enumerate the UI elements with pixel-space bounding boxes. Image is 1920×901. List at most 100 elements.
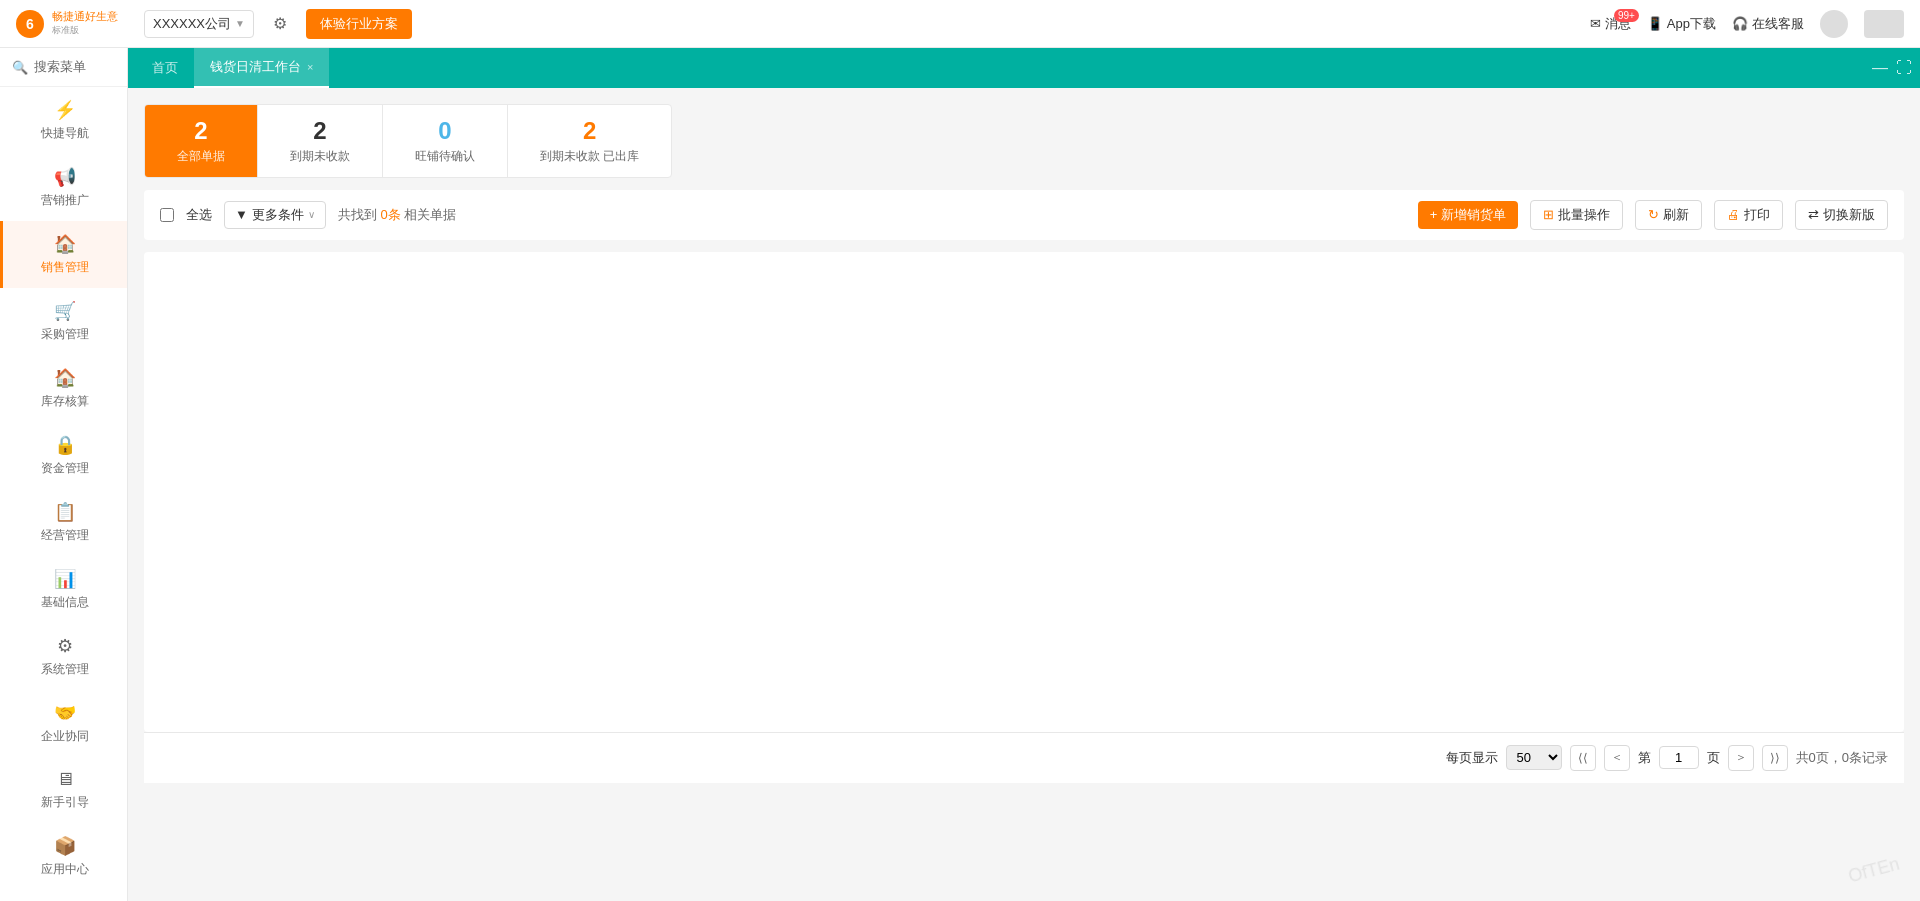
sidebar-item-label: 采购管理 [41,326,89,343]
sidebar-item-label: 库存核算 [41,393,89,410]
page-content: 2 全部单据 2 到期未收款 0 旺铺待确认 2 到期未收款 已出库 [128,88,1920,901]
app-center-icon: 📦 [54,835,76,857]
filter-icon: ▼ [235,207,248,222]
prev-page-button[interactable]: ＜ [1604,745,1630,771]
avatar[interactable] [1820,10,1848,38]
layout: 🔍 搜索菜单 ⚡ 快捷导航 📢 营销推广 🏠 销售管理 🛒 采购管理 🏠 库存核… [0,48,1920,901]
minimize-icon[interactable]: — [1872,59,1888,77]
found-text: 共找到 0条 相关单据 [338,206,456,224]
logo-badge: 标准版 [52,24,118,37]
stats-label-overdue: 到期未收款 [290,148,350,165]
stats-label-shipped: 到期未收款 已出库 [540,148,639,165]
online-service-label: 在线客服 [1752,15,1804,33]
stats-tab-shipped[interactable]: 2 到期未收款 已出库 [508,105,671,177]
sidebar-item-wechat[interactable]: 💬 企业微信 [0,890,127,901]
header-right: ✉ 消息 99+ 📱 App下载 🎧 在线客服 [1590,10,1904,38]
next-page-button[interactable]: ＞ [1728,745,1754,771]
system-icon: ⚙ [57,635,73,657]
sidebar-item-quick-nav[interactable]: ⚡ 快捷导航 [0,87,127,154]
sidebar-item-sales[interactable]: 🏠 销售管理 [0,221,127,288]
sidebar-item-marketing[interactable]: 📢 营销推广 [0,154,127,221]
stats-tabs: 2 全部单据 2 到期未收款 0 旺铺待确认 2 到期未收款 已出库 [144,104,672,178]
company-name: XXXXXX公司 [153,15,231,33]
settings-icon[interactable]: ⚙ [266,10,294,38]
sidebar-item-label: 企业协同 [41,728,89,745]
stats-tab-all[interactable]: 2 全部单据 [145,105,258,177]
user-name[interactable] [1864,10,1904,38]
cooperation-icon: 🤝 [54,702,76,724]
sidebar-item-label: 销售管理 [41,259,89,276]
sidebar-item-purchase[interactable]: 🛒 采购管理 [0,288,127,355]
maximize-icon[interactable]: ⛶ [1896,59,1912,77]
sidebar-item-basic-info[interactable]: 📊 基础信息 [0,556,127,623]
tab-workbench-label: 钱货日清工作台 [210,58,301,76]
page-number-input[interactable] [1659,746,1699,769]
switch-version-button[interactable]: ⇄ 切换新版 [1795,200,1888,230]
sidebar-item-cooperation[interactable]: 🤝 企业协同 [0,690,127,757]
logo-icon: 6 [16,10,44,38]
sidebar-item-label: 基础信息 [41,594,89,611]
filter-button[interactable]: ▼ 更多条件 ∨ [224,201,326,229]
filter-label: 更多条件 [252,206,304,224]
header: 6 畅捷通好生意 标准版 XXXXXX公司 ▼ ⚙ 体验行业方案 ✉ 消息 99… [0,0,1920,48]
stats-label-all: 全部单据 [177,148,225,165]
sidebar-item-finance[interactable]: 🔒 资金管理 [0,422,127,489]
tab-workbench[interactable]: 钱货日清工作台 × [194,48,329,88]
sidebar-item-label: 新手引导 [41,794,89,811]
per-page-select[interactable]: 50 100 200 [1506,745,1562,770]
batch-operation-button[interactable]: ⊞ 批量操作 [1530,200,1623,230]
found-count: 0条 [381,207,401,222]
sidebar-item-guide[interactable]: 🖥 新手引导 [0,757,127,823]
toolbar: 全选 ▼ 更多条件 ∨ 共找到 0条 相关单据 + 新增销货单 ⊞ [144,190,1904,240]
chevron-down-icon: ∨ [308,209,315,220]
sidebar-item-label: 应用中心 [41,861,89,878]
stats-tab-overdue[interactable]: 2 到期未收款 [258,105,383,177]
sidebar-item-operations[interactable]: 📋 经营管理 [0,489,127,556]
trial-button[interactable]: 体验行业方案 [306,9,412,39]
sidebar-item-label: 营销推广 [41,192,89,209]
print-button[interactable]: 🖨 打印 [1714,200,1783,230]
tab-home-label: 首页 [152,59,178,77]
batch-label: 批量操作 [1558,206,1610,224]
basic-info-icon: 📊 [54,568,76,590]
sidebar-item-label: 系统管理 [41,661,89,678]
per-page-label: 每页显示 [1446,749,1498,767]
sidebar-item-system[interactable]: ⚙ 系统管理 [0,623,127,690]
tab-home[interactable]: 首页 [136,48,194,88]
found-prefix: 共找到 [338,207,377,222]
last-page-button[interactable]: ⟩⟩ [1762,745,1788,771]
print-label: 打印 [1744,206,1770,224]
sidebar-item-label: 快捷导航 [41,125,89,142]
stats-num-overdue: 2 [290,117,350,146]
stats-tab-pending[interactable]: 0 旺铺待确认 [383,105,508,177]
table-area [144,252,1904,732]
refresh-button[interactable]: ↻ 刷新 [1635,200,1702,230]
sidebar-item-app-center[interactable]: 📦 应用中心 [0,823,127,890]
batch-icon: ⊞ [1543,207,1554,222]
select-all-checkbox[interactable] [160,208,174,222]
finance-icon: 🔒 [54,434,76,456]
switch-icon: ⇄ [1808,207,1819,222]
guide-icon: 🖥 [56,769,74,790]
search-menu[interactable]: 🔍 搜索菜单 [0,48,127,87]
company-selector[interactable]: XXXXXX公司 ▼ [144,10,254,38]
app-download-button[interactable]: 📱 App下载 [1647,15,1716,33]
message-badge: 99+ [1614,9,1639,22]
main-content: 首页 钱货日清工作台 × — ⛶ 2 全部单据 2 到期未收款 [128,48,1920,901]
sidebar-item-inventory[interactable]: 🏠 库存核算 [0,355,127,422]
message-button[interactable]: ✉ 消息 99+ [1590,15,1631,33]
logo-text: 畅捷通好生意 [52,10,118,23]
stats-num-all: 2 [177,117,225,146]
add-sales-order-button[interactable]: + 新增销货单 [1418,201,1518,229]
purchase-icon: 🛒 [54,300,76,322]
inventory-icon: 🏠 [54,367,76,389]
tab-bar-right: — ⛶ [1872,59,1912,77]
refresh-icon: ↻ [1648,207,1659,222]
close-tab-icon[interactable]: × [307,61,313,73]
pagination: 每页显示 50 100 200 ⟨⟨ ＜ 第 页 ＞ ⟩⟩ 共0页，0条记录 [144,732,1904,783]
phone-icon: 📱 [1647,16,1663,31]
page-label-suffix: 页 [1707,749,1720,767]
toolbar-left: 全选 ▼ 更多条件 ∨ 共找到 0条 相关单据 [160,201,1402,229]
online-service-button[interactable]: 🎧 在线客服 [1732,15,1804,33]
first-page-button[interactable]: ⟨⟨ [1570,745,1596,771]
